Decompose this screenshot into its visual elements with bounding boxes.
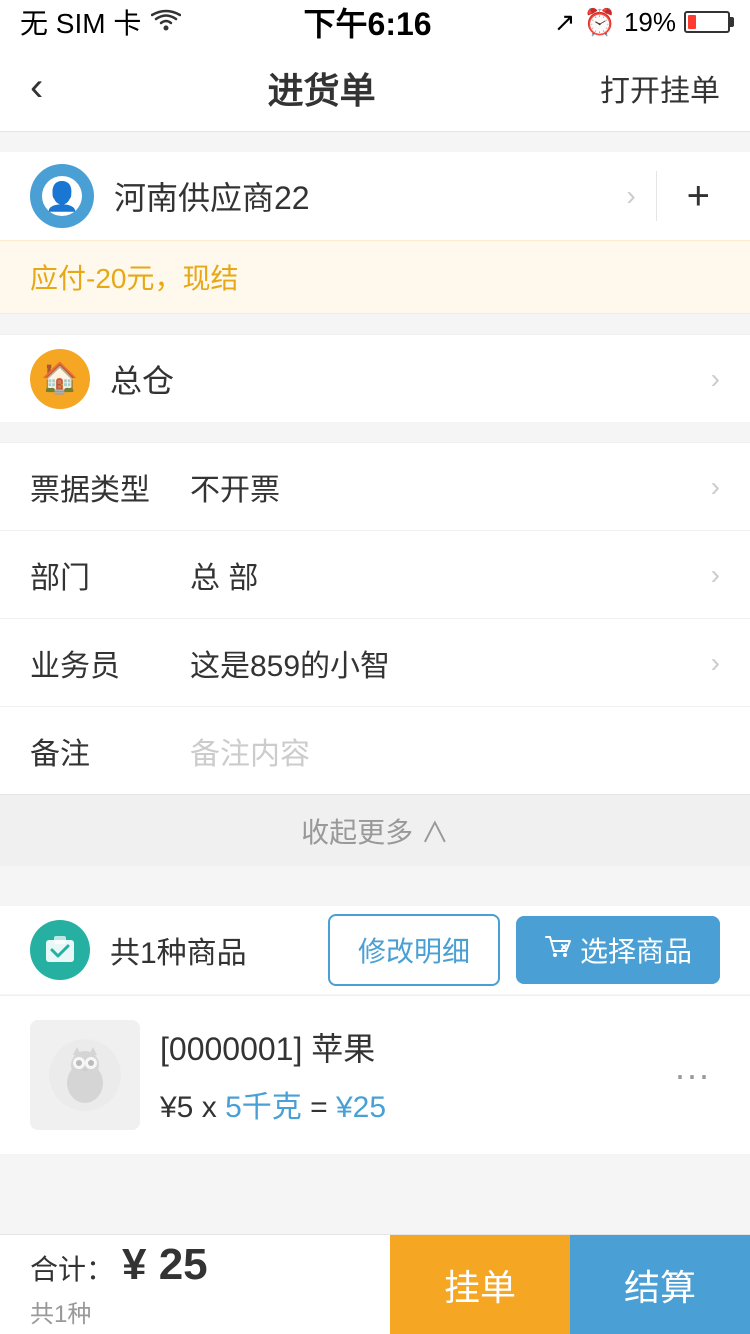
warehouse-section: 🏠 总仓 › xyxy=(0,334,750,422)
product-price-row: ¥5 x 5千克 = ¥25 xyxy=(160,1082,664,1126)
collapse-label: 收起更多 ∧ xyxy=(301,811,449,851)
dept-label: 部门 xyxy=(30,553,170,597)
invoice-value: 不开票 xyxy=(170,465,701,509)
remark-label: 备注 xyxy=(30,729,170,773)
invoice-label: 票据类型 xyxy=(30,465,170,509)
hang-button[interactable]: 挂单 xyxy=(390,1235,570,1334)
warehouse-row[interactable]: 🏠 总仓 › xyxy=(0,334,750,422)
cart-icon xyxy=(544,934,572,966)
section-gap-1 xyxy=(0,132,750,152)
page-title: 进货单 xyxy=(268,62,376,114)
checkout-button[interactable]: 结算 xyxy=(570,1235,750,1334)
battery-text: 19% xyxy=(624,7,676,38)
chevron-right-icon: › xyxy=(711,471,720,503)
alert-banner: 应付-20元，现结 xyxy=(0,240,750,314)
remark-value[interactable]: 备注内容 xyxy=(170,729,720,773)
sales-label: 业务员 xyxy=(30,641,170,685)
edit-detail-button[interactable]: 修改明细 xyxy=(328,914,500,986)
unit-price: ¥5 xyxy=(160,1091,193,1124)
warehouse-name: 总仓 xyxy=(110,356,701,402)
owl-logo-icon xyxy=(45,1035,125,1115)
supplier-name: 河南供应商22 xyxy=(114,173,616,219)
open-hang-button[interactable]: 打开挂单 xyxy=(600,66,720,110)
product-count: 共1种商品 xyxy=(110,928,328,972)
product-header: 共1种商品 修改明细 选择商品 xyxy=(0,906,750,994)
bottom-bar: 合计： ¥ 25 共1种 挂单 结算 xyxy=(0,1234,750,1334)
divider xyxy=(656,171,657,221)
chevron-right-icon: › xyxy=(711,647,720,679)
location-icon: ↗ xyxy=(554,7,576,38)
total-sub: 共1种 xyxy=(30,1294,360,1329)
chevron-right-icon: › xyxy=(711,559,720,591)
person-icon: 👤 xyxy=(45,180,80,213)
carrier-text: 无 SIM 卡 xyxy=(20,2,141,42)
dept-value: 总 部 xyxy=(170,553,701,597)
product-info: [0000001] 苹果 ¥5 x 5千克 = ¥25 xyxy=(160,1024,664,1126)
add-button[interactable]: + xyxy=(677,164,720,229)
supplier-row[interactable]: 👤 河南供应商22 › + xyxy=(0,152,750,240)
product-code: [0000001] xyxy=(160,1031,302,1067)
avatar: 👤 xyxy=(30,164,94,228)
alarm-icon: ⏰ xyxy=(584,7,616,38)
product-title: 苹果 xyxy=(311,1031,375,1067)
status-time: 下午6:16 xyxy=(304,0,432,45)
select-product-label: 选择商品 xyxy=(580,930,692,970)
status-right: ↗ ⏰ 19% xyxy=(554,7,730,38)
status-left: 无 SIM 卡 xyxy=(20,2,181,42)
collapse-button[interactable]: 收起更多 ∧ xyxy=(0,794,750,866)
total-amount: ¥ 25 xyxy=(122,1240,208,1290)
house-icon: 🏠 xyxy=(41,361,78,396)
remark-row[interactable]: 备注 备注内容 xyxy=(0,706,750,794)
multiply-icon: x xyxy=(202,1091,225,1124)
chevron-right-icon: › xyxy=(626,180,635,212)
wifi-icon xyxy=(151,6,181,38)
status-bar: 无 SIM 卡 下午6:16 ↗ ⏰ 19% xyxy=(0,0,750,44)
product-item: [0000001] 苹果 ¥5 x 5千克 = ¥25 ··· xyxy=(0,995,750,1154)
battery-icon xyxy=(684,11,730,33)
more-button[interactable]: ··· xyxy=(664,1044,720,1106)
dept-row[interactable]: 部门 总 部 › xyxy=(0,530,750,618)
select-product-button[interactable]: 选择商品 xyxy=(516,916,720,984)
total-section: 合计： ¥ 25 共1种 xyxy=(0,1235,390,1334)
equals-sign: = xyxy=(310,1091,336,1124)
section-gap-4 xyxy=(0,866,750,886)
sales-value: 这是859的小智 xyxy=(170,641,701,685)
total-label: 合计： xyxy=(30,1248,114,1288)
back-button[interactable]: ‹ xyxy=(30,65,43,110)
product-name: [0000001] 苹果 xyxy=(160,1024,664,1070)
section-gap-3 xyxy=(0,422,750,442)
quantity: 5千克 xyxy=(225,1091,302,1124)
avatar-inner: 👤 xyxy=(42,176,82,216)
chevron-right-icon: › xyxy=(711,363,720,395)
section-gap-2 xyxy=(0,314,750,334)
product-thumbnail xyxy=(30,1020,140,1130)
form-section: 票据类型 不开票 › 部门 总 部 › 业务员 这是859的小智 › 备注 备注… xyxy=(0,442,750,866)
sales-row[interactable]: 业务员 这是859的小智 › xyxy=(0,618,750,706)
total-row: 合计： ¥ 25 xyxy=(30,1240,360,1290)
supplier-section: 👤 河南供应商22 › + 应付-20元，现结 xyxy=(0,152,750,314)
line-total: ¥25 xyxy=(336,1091,386,1124)
product-icon xyxy=(30,920,90,980)
invoice-row[interactable]: 票据类型 不开票 › xyxy=(0,442,750,530)
warehouse-icon: 🏠 xyxy=(30,349,90,409)
nav-bar: ‹ 进货单 打开挂单 xyxy=(0,44,750,132)
